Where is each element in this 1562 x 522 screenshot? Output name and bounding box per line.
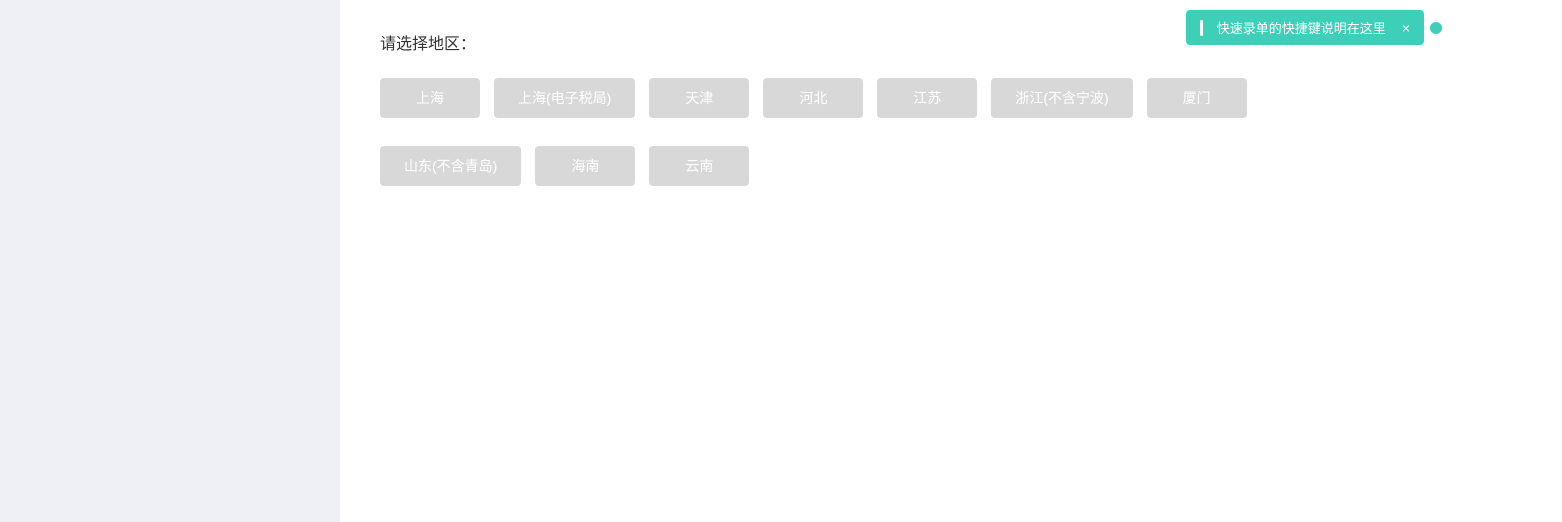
region-btn-tianjin[interactable]: 天津 — [649, 78, 749, 118]
tooltip-text: 快速录单的快捷键说明在这里 — [1217, 18, 1386, 37]
tooltip-container: 快速录单的快捷键说明在这里 × — [1186, 10, 1442, 45]
region-btn-hainan[interactable]: 海南 — [535, 146, 635, 186]
region-row-1: 上海上海(电子税局) 天津河北江苏浙江(不含宁波) 厦门 — [380, 78, 1247, 118]
region-btn-shandong[interactable]: 山东(不含青岛) — [380, 146, 521, 186]
region-row-2: 山东(不含青岛) 海南云南 — [380, 146, 749, 186]
tooltip-dot — [1430, 22, 1442, 34]
sidebar — [0, 0, 340, 522]
region-btn-shanghai-etax[interactable]: 上海(电子税局) — [494, 78, 635, 118]
tooltip-bubble: 快速录单的快捷键说明在这里 × — [1186, 10, 1424, 45]
region-btn-zhejiang[interactable]: 浙江(不含宁波) — [991, 78, 1132, 118]
region-btn-shanghai[interactable]: 上海 — [380, 78, 480, 118]
main-content: 快速录单的快捷键说明在这里 × 请选择地区： 上海上海(电子税局)天津河北江苏浙… — [340, 0, 1562, 522]
region-btn-hebei[interactable]: 河北 — [763, 78, 863, 118]
region-buttons: 上海上海(电子税局) 天津河北江苏浙江(不含宁波) 厦门 山东(不含青岛) 海南云南 — [380, 78, 1522, 186]
tooltip-close-button[interactable]: × — [1402, 20, 1410, 36]
region-btn-xiamen[interactable]: 厦门 — [1147, 78, 1247, 118]
region-btn-yunnan[interactable]: 云南 — [649, 146, 749, 186]
region-btn-jiangsu[interactable]: 江苏 — [877, 78, 977, 118]
